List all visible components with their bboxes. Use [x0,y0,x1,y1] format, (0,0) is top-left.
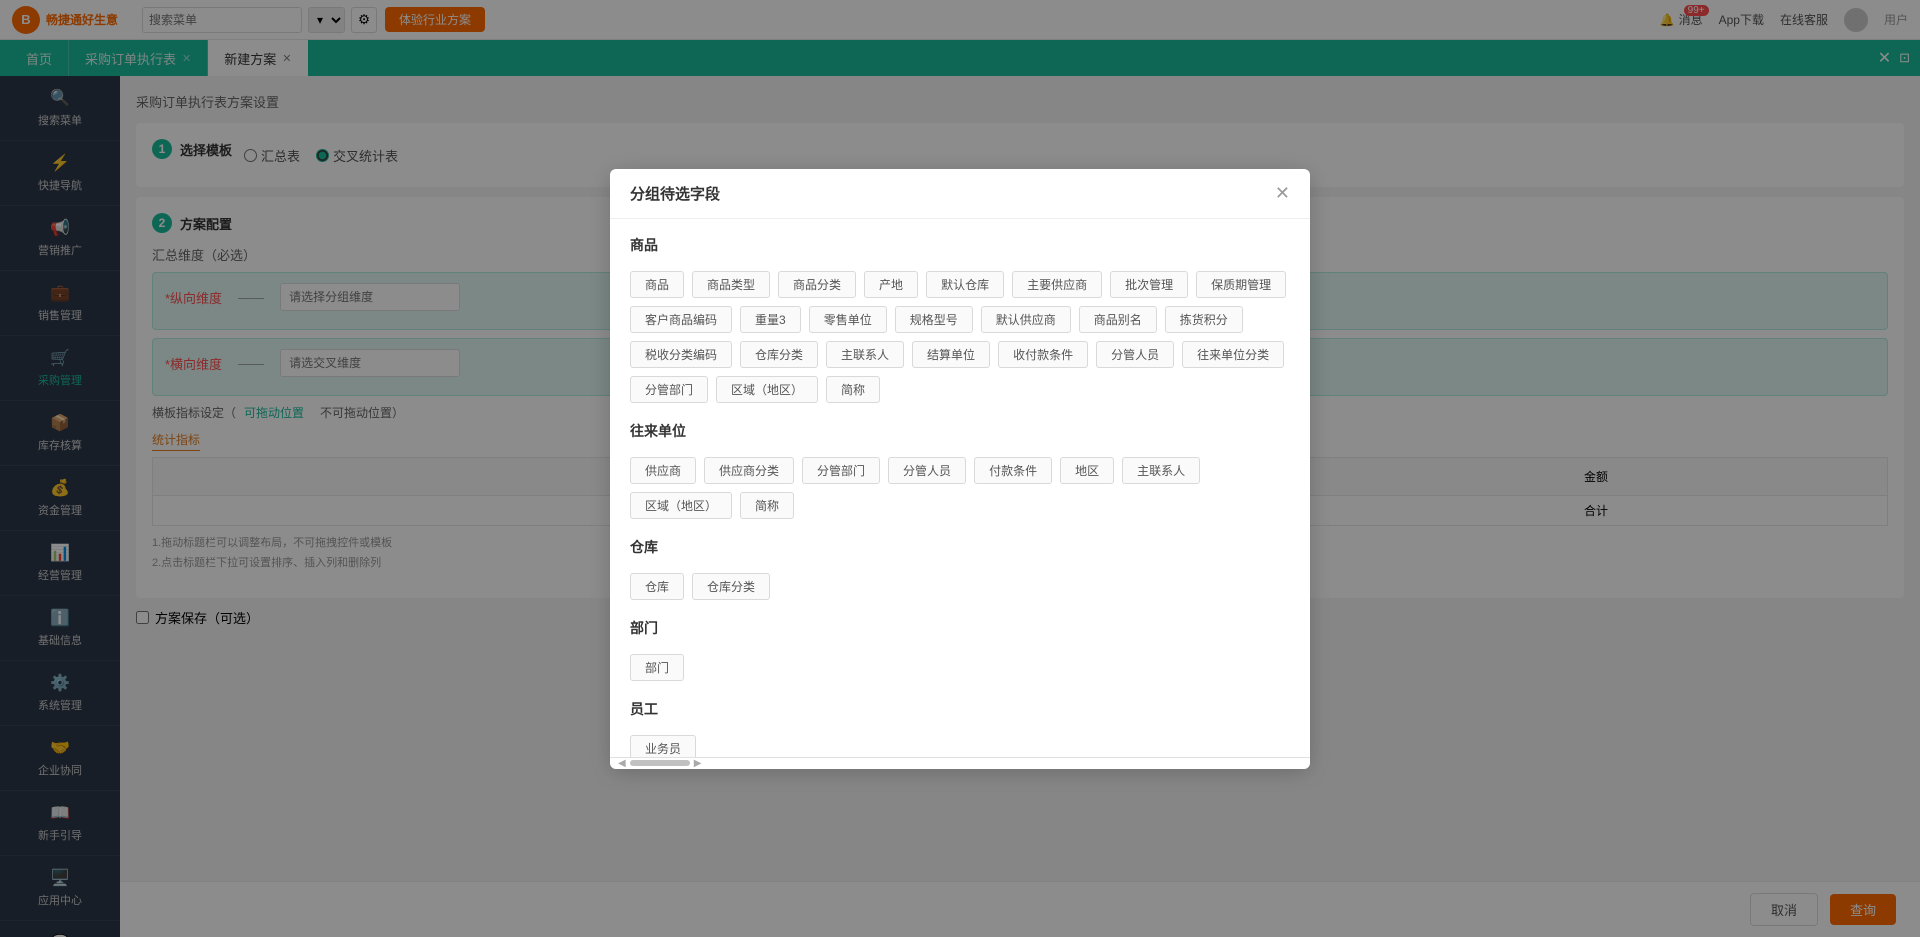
section-dept-fields: 部门 [630,654,1290,681]
section-warehouse: 仓库 仓库 仓库分类 [630,537,1290,600]
section-warehouse-title: 仓库 [630,537,1290,563]
field-area-partner[interactable]: 区域（地区） [630,492,732,519]
field-dept-manage[interactable]: 分管部门 [630,376,708,403]
modal-close-button[interactable]: ✕ [1275,183,1290,204]
modal-overlay: 分组待选字段 ✕ 商品 商品 商品类型 商品分类 产地 默认仓库 主要供应商 批… [0,0,1920,937]
field-retail-unit[interactable]: 零售单位 [809,306,887,333]
section-warehouse-fields: 仓库 仓库分类 [630,573,1290,600]
modal-header: 分组待选字段 ✕ [610,169,1310,219]
field-goods-category[interactable]: 商品分类 [778,271,856,298]
field-tax-code[interactable]: 税收分类编码 [630,341,732,368]
field-dept-manage2[interactable]: 分管部门 [802,457,880,484]
section-dept: 部门 部门 [630,618,1290,681]
field-pick-points[interactable]: 拣货积分 [1165,306,1243,333]
section-dept-title: 部门 [630,618,1290,644]
field-short-name2[interactable]: 简称 [740,492,794,519]
field-goods[interactable]: 商品 [630,271,684,298]
field-dept[interactable]: 部门 [630,654,684,681]
field-region[interactable]: 地区 [1060,457,1114,484]
field-customer-goods-code[interactable]: 客户商品编码 [630,306,732,333]
field-main-contact[interactable]: 主联系人 [826,341,904,368]
field-partner-category[interactable]: 往来单位分类 [1182,341,1284,368]
hscroll-right-arrow[interactable]: ▶ [694,758,702,769]
field-shelf-life[interactable]: 保质期管理 [1196,271,1286,298]
section-partner-fields: 供应商 供应商分类 分管部门 分管人员 付款条件 地区 主联系人 区域（地区） … [630,457,1290,519]
field-warehouse[interactable]: 仓库 [630,573,684,600]
field-settlement-unit[interactable]: 结算单位 [912,341,990,368]
section-goods-title: 商品 [630,235,1290,261]
field-supplier-category[interactable]: 供应商分类 [704,457,794,484]
section-partner-title: 往来单位 [630,421,1290,447]
field-supervisor[interactable]: 分管人员 [1096,341,1174,368]
field-goods-type[interactable]: 商品类型 [692,271,770,298]
modal-title: 分组待选字段 [630,183,720,204]
field-salesperson[interactable]: 业务员 [630,735,696,757]
hscroll-left-arrow[interactable]: ◀ [618,758,626,769]
section-employee-fields: 业务员 [630,735,1290,757]
section-goods-fields: 商品 商品类型 商品分类 产地 默认仓库 主要供应商 批次管理 保质期管理 客户… [630,271,1290,403]
field-default-warehouse[interactable]: 默认仓库 [926,271,1004,298]
field-spec-model[interactable]: 规格型号 [895,306,973,333]
field-warehouse-category[interactable]: 仓库分类 [740,341,818,368]
section-employee-title: 员工 [630,699,1290,725]
field-area-goods[interactable]: 区域（地区） [716,376,818,403]
field-batch-mgmt[interactable]: 批次管理 [1110,271,1188,298]
modal-dialog: 分组待选字段 ✕ 商品 商品 商品类型 商品分类 产地 默认仓库 主要供应商 批… [610,169,1310,769]
modal-body[interactable]: 商品 商品 商品类型 商品分类 产地 默认仓库 主要供应商 批次管理 保质期管理… [610,219,1310,757]
modal-hscroll[interactable]: ◀ ▶ [610,757,1310,769]
field-payment-cond[interactable]: 付款条件 [974,457,1052,484]
field-supplier[interactable]: 供应商 [630,457,696,484]
field-main-supplier[interactable]: 主要供应商 [1012,271,1102,298]
field-main-contact2[interactable]: 主联系人 [1122,457,1200,484]
field-origin[interactable]: 产地 [864,271,918,298]
hscroll-bar[interactable] [630,760,690,766]
section-employee: 员工 业务员 [630,699,1290,757]
field-weight3[interactable]: 重量3 [740,306,801,333]
field-goods-alias[interactable]: 商品别名 [1079,306,1157,333]
field-payment-terms[interactable]: 收付款条件 [998,341,1088,368]
section-partner: 往来单位 供应商 供应商分类 分管部门 分管人员 付款条件 地区 主联系人 区域… [630,421,1290,519]
field-warehouse-cat[interactable]: 仓库分类 [692,573,770,600]
field-supervisor2[interactable]: 分管人员 [888,457,966,484]
field-short-name[interactable]: 简称 [826,376,880,403]
field-default-supplier[interactable]: 默认供应商 [981,306,1071,333]
section-goods: 商品 商品 商品类型 商品分类 产地 默认仓库 主要供应商 批次管理 保质期管理… [630,235,1290,403]
